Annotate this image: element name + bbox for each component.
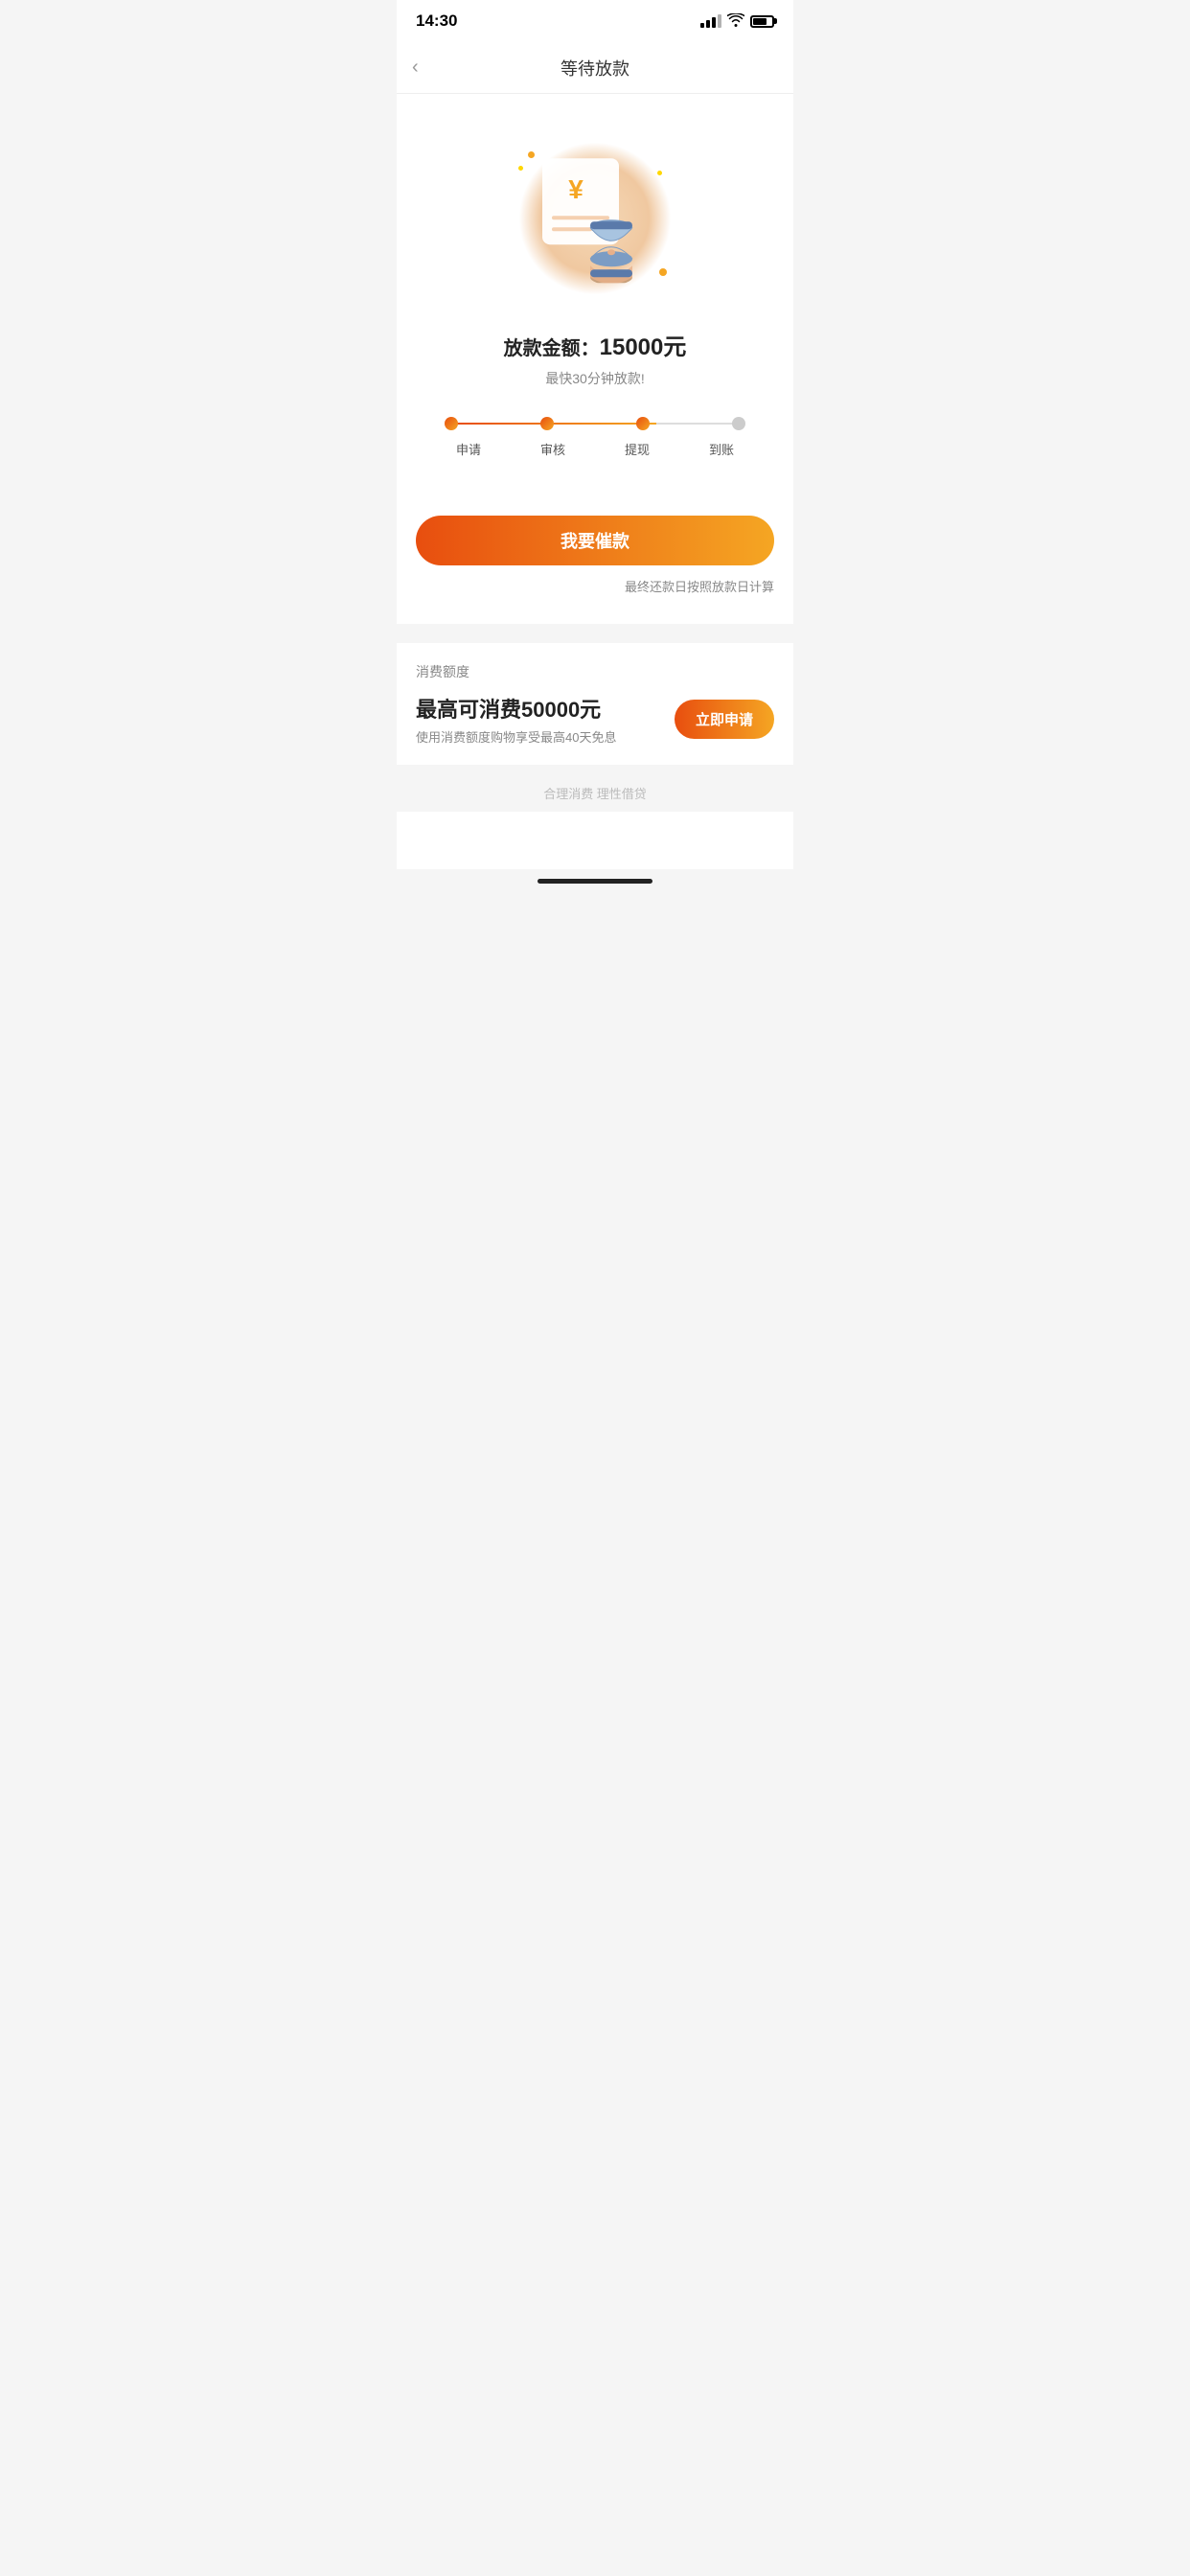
home-indicator bbox=[397, 869, 793, 888]
page-title: 等待放款 bbox=[561, 56, 629, 80]
amount-label: 放款金额：15000元 bbox=[504, 328, 687, 361]
repay-note: 最终还款日按照放款日计算 bbox=[397, 577, 793, 595]
steps-labels: 申请 审核 提现 到账 bbox=[445, 440, 745, 458]
steps-line-active bbox=[456, 423, 656, 425]
dot-decoration bbox=[659, 268, 667, 276]
svg-text:¥: ¥ bbox=[568, 174, 584, 204]
consumer-info: 最高可消费50000元 使用消费额度购物享受最高40天免息 bbox=[416, 693, 616, 746]
home-bar bbox=[538, 879, 652, 884]
step-dot-4 bbox=[732, 417, 745, 430]
step-label-2: 审核 bbox=[529, 440, 577, 458]
illustration: ¥ bbox=[509, 132, 681, 305]
step-label-1: 申请 bbox=[445, 440, 492, 458]
nav-bar: ‹ 等待放款 bbox=[397, 42, 793, 94]
consumer-desc: 使用消费额度购物享受最高40天免息 bbox=[416, 727, 616, 746]
urge-button[interactable]: 我要催款 bbox=[416, 516, 774, 565]
dot-decoration bbox=[657, 171, 662, 175]
status-icons bbox=[700, 13, 774, 30]
main-content: ¥ bbox=[397, 94, 793, 624]
wifi-icon bbox=[727, 13, 744, 30]
apply-button[interactable]: 立即申请 bbox=[675, 700, 774, 739]
step-label-4: 到账 bbox=[698, 440, 745, 458]
consumer-amount: 最高可消费50000元 bbox=[416, 693, 616, 724]
steps-section: 申请 审核 提现 到账 bbox=[416, 417, 774, 458]
hero-section: ¥ bbox=[397, 94, 793, 516]
step-label-3: 提现 bbox=[613, 440, 661, 458]
battery-icon bbox=[750, 15, 774, 28]
back-button[interactable]: ‹ bbox=[412, 57, 419, 79]
bottom-space bbox=[397, 812, 793, 869]
step-dot-1 bbox=[445, 417, 458, 430]
section-separator bbox=[397, 633, 793, 643]
step-dot-3 bbox=[636, 417, 650, 430]
footer-note: 合理消费 理性借贷 bbox=[397, 765, 793, 812]
consumer-row: 最高可消费50000元 使用消费额度购物享受最高40天免息 立即申请 bbox=[416, 693, 774, 746]
amount-subtitle: 最快30分钟放款! bbox=[504, 369, 687, 388]
consumer-section: 消费额度 最高可消费50000元 使用消费额度购物享受最高40天免息 立即申请 bbox=[397, 643, 793, 765]
consumer-section-label: 消费额度 bbox=[416, 662, 774, 681]
status-bar: 14:30 bbox=[397, 0, 793, 42]
status-time: 14:30 bbox=[416, 12, 457, 31]
amount-section: 放款金额：15000元 最快30分钟放款! bbox=[504, 328, 687, 388]
hourglass-illustration: ¥ bbox=[533, 149, 657, 283]
dot-decoration bbox=[518, 166, 523, 171]
steps-track bbox=[445, 417, 745, 430]
step-dot-2 bbox=[540, 417, 554, 430]
signal-icon bbox=[700, 14, 721, 28]
